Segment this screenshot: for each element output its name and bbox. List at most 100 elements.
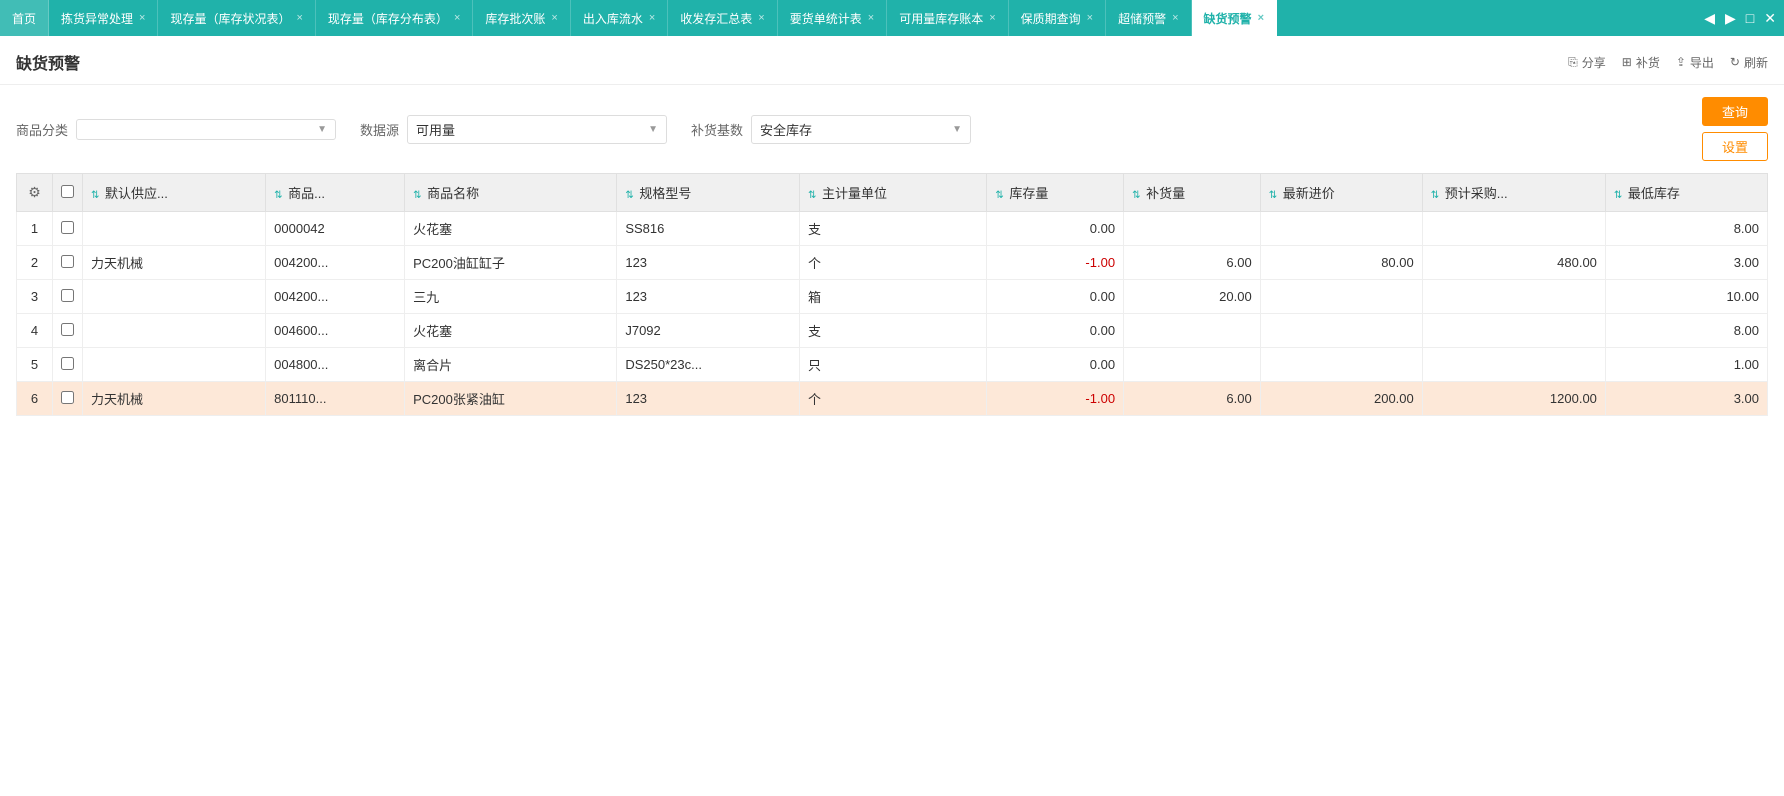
tab-close-recv-summary[interactable]: × [758, 12, 764, 24]
td-checkbox[interactable] [53, 382, 83, 416]
th-spec[interactable]: ⇅ 规格型号 [617, 174, 800, 212]
td-unit: 个 [800, 382, 987, 416]
td-supplier [83, 348, 266, 382]
tab-req-stats[interactable]: 要货单统计表 × [778, 0, 887, 36]
tab-stock-status[interactable]: 现存量（库存状况表） × [158, 0, 315, 36]
td-checkbox[interactable] [53, 246, 83, 280]
replenish-button[interactable]: ⊞ 补货 [1622, 54, 1660, 71]
tab-close-inout-flow[interactable]: × [649, 12, 655, 24]
tab-close-expiry[interactable]: × [1087, 12, 1093, 24]
refresh-button[interactable]: ↻ 刷新 [1730, 54, 1768, 71]
tab-overstock[interactable]: 超储预警 × [1106, 0, 1191, 36]
select-all-checkbox[interactable] [61, 185, 74, 198]
tab-expiry[interactable]: 保质期查询 × [1009, 0, 1106, 36]
query-button[interactable]: 查询 [1702, 97, 1768, 126]
tab-close-overstock[interactable]: × [1172, 12, 1178, 24]
table-row: 2 力天机械 004200... PC200油缸缸子 123 个 -1.00 6… [17, 246, 1768, 280]
th-est-purchase[interactable]: ⇅ 预计采购... [1422, 174, 1605, 212]
th-replenish[interactable]: ⇅ 补货量 [1124, 174, 1261, 212]
tab-close-req-stats[interactable]: × [868, 12, 874, 24]
th-gear[interactable]: ⚙ [17, 174, 53, 212]
th-name[interactable]: ⇅ 商品名称 [405, 174, 617, 212]
tab-pick-anomaly[interactable]: 拣货异常处理 × [49, 0, 158, 36]
td-supplier [83, 212, 266, 246]
th-latest-price[interactable]: ⇅ 最新进价 [1260, 174, 1422, 212]
td-supplier: 力天机械 [83, 246, 266, 280]
td-checkbox[interactable] [53, 280, 83, 314]
tab-close-batch[interactable]: × [551, 12, 557, 24]
td-latest-price [1260, 212, 1422, 246]
td-supplier [83, 314, 266, 348]
td-latest-price [1260, 314, 1422, 348]
th-checkbox[interactable] [53, 174, 83, 212]
row-checkbox[interactable] [61, 255, 74, 268]
replenish-base-arrow-icon: ▼ [952, 124, 962, 135]
td-est-purchase [1422, 280, 1605, 314]
category-select[interactable]: ▼ [76, 119, 336, 140]
th-code[interactable]: ⇅ 商品... [266, 174, 405, 212]
tab-close-all-button[interactable]: ✕ [1760, 8, 1780, 29]
row-checkbox[interactable] [61, 391, 74, 404]
tab-recv-summary[interactable]: 收发存汇总表 × [668, 0, 777, 36]
tab-close-shortage[interactable]: × [1258, 12, 1264, 24]
tab-stock-dist[interactable]: 现存量（库存分布表） × [316, 0, 473, 36]
tab-close-stock-status[interactable]: × [296, 12, 302, 24]
row-checkbox[interactable] [61, 323, 74, 336]
min-stock-sort-icon: ⇅ [1614, 190, 1622, 201]
tab-home[interactable]: 首页 [0, 0, 49, 36]
tab-next-button[interactable]: ▶ [1721, 8, 1740, 29]
row-checkbox[interactable] [61, 357, 74, 370]
td-latest-price [1260, 348, 1422, 382]
td-code: 004800... [266, 348, 405, 382]
td-code: 801110... [266, 382, 405, 416]
tab-inout-flow[interactable]: 出入库流水 × [571, 0, 668, 36]
row-checkbox[interactable] [61, 221, 74, 234]
td-min-stock: 1.00 [1605, 348, 1767, 382]
share-button[interactable]: ⎘ 分享 [1568, 54, 1606, 71]
replenish-base-select[interactable]: 安全库存 ▼ [751, 115, 971, 144]
tab-avail-ledger[interactable]: 可用量库存账本 × [887, 0, 1008, 36]
share-icon: ⎘ [1568, 55, 1578, 70]
th-unit[interactable]: ⇅ 主计量单位 [800, 174, 987, 212]
row-checkbox[interactable] [61, 289, 74, 302]
td-checkbox[interactable] [53, 314, 83, 348]
settings-button[interactable]: 设置 [1702, 132, 1768, 161]
table-header-row: ⚙ ⇅ 默认供应... ⇅ 商品... ⇅ 商品名称 [17, 174, 1768, 212]
th-min-stock[interactable]: ⇅ 最低库存 [1605, 174, 1767, 212]
tab-shortage[interactable]: 缺货预警 × [1192, 0, 1277, 36]
name-sort-icon: ⇅ [413, 190, 421, 201]
datasource-select[interactable]: 可用量 ▼ [407, 115, 667, 144]
tab-batch[interactable]: 库存批次账 × [473, 0, 570, 36]
export-button[interactable]: ⇪ 导出 [1676, 54, 1714, 71]
th-supplier[interactable]: ⇅ 默认供应... [83, 174, 266, 212]
td-row-num: 4 [17, 314, 53, 348]
td-checkbox[interactable] [53, 212, 83, 246]
tab-close-avail-ledger[interactable]: × [989, 12, 995, 24]
td-unit: 支 [800, 212, 987, 246]
filter-replenish-base-group: 补货基数 安全库存 ▼ [691, 115, 971, 144]
header-actions: ⎘ 分享 ⊞ 补货 ⇪ 导出 ↻ 刷新 [1568, 54, 1768, 71]
td-est-purchase [1422, 348, 1605, 382]
td-unit: 只 [800, 348, 987, 382]
th-stock[interactable]: ⇅ 库存量 [987, 174, 1124, 212]
td-row-num: 5 [17, 348, 53, 382]
datasource-label: 数据源 [360, 120, 399, 139]
table-row: 5 004800... 离合片 DS250*23c... 只 0.00 1.00 [17, 348, 1768, 382]
supplier-sort-icon: ⇅ [91, 190, 99, 201]
td-spec: SS816 [617, 212, 800, 246]
tab-close-stock-dist[interactable]: × [454, 12, 460, 24]
gear-icon[interactable]: ⚙ [28, 184, 41, 200]
tab-prev-button[interactable]: ◀ [1700, 8, 1719, 29]
td-row-num: 6 [17, 382, 53, 416]
td-name: 火花塞 [405, 314, 617, 348]
filter-datasource-group: 数据源 可用量 ▼ [360, 115, 667, 144]
td-code: 004200... [266, 246, 405, 280]
td-supplier [83, 280, 266, 314]
td-checkbox[interactable] [53, 348, 83, 382]
page-header: 缺货预警 ⎘ 分享 ⊞ 补货 ⇪ 导出 ↻ 刷新 [0, 36, 1784, 85]
tab-close-pick-anomaly[interactable]: × [139, 12, 145, 24]
td-replenish [1124, 314, 1261, 348]
tab-restore-button[interactable]: □ [1742, 8, 1758, 28]
td-spec: 123 [617, 382, 800, 416]
td-spec: DS250*23c... [617, 348, 800, 382]
